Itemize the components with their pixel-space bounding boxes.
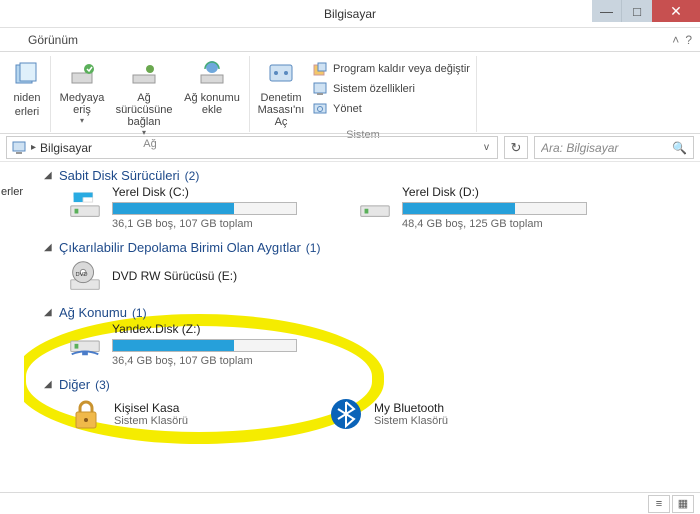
content-area: erler ◢ Sabit Disk Sürücüleri (2) Yerel …	[0, 162, 700, 492]
address-bar: ▸ Bilgisayar v ↻ 🔍	[0, 134, 700, 162]
drive-dvd[interactable]: DVD DVD RW Sürücüsü (E:)	[66, 257, 356, 295]
storage-bar	[402, 202, 587, 215]
category-network: ◢ Ağ Konumu (1) Yandex.Disk (Z:) 36,4 GB…	[44, 305, 692, 373]
status-bar: ≡ ▦	[0, 492, 700, 514]
ribbon-sys-props[interactable]: Sistem özellikleri	[312, 80, 470, 98]
help-icon[interactable]: ?	[685, 33, 692, 47]
ribbon-control-panel[interactable]: Denetim Masası'nı Aç	[256, 58, 306, 128]
computer-icon	[11, 140, 27, 156]
navigation-pane[interactable]: erler	[0, 162, 24, 492]
hdd-icon	[66, 185, 104, 223]
folder-bluetooth[interactable]: My Bluetooth Sistem Klasörü	[326, 394, 586, 434]
sys-props-icon	[312, 81, 328, 97]
drive-c[interactable]: Yerel Disk (C:) 36,1 GB boş, 107 GB topl…	[66, 185, 356, 230]
ribbon-group-left: niden erleri	[4, 56, 51, 132]
drive-d[interactable]: Yerel Disk (D:) 48,4 GB boş, 125 GB topl…	[356, 185, 646, 230]
network-drive-icon	[128, 58, 160, 90]
dvd-drive-icon: DVD	[66, 257, 104, 295]
manage-icon	[312, 101, 328, 117]
properties-icon	[11, 58, 43, 90]
refresh-button[interactable]: ↻	[504, 136, 528, 159]
main-pane: ◢ Sabit Disk Sürücüleri (2) Yerel Disk (…	[24, 162, 700, 492]
ribbon-network-drives[interactable]: Ağ sürücüsüne bağlan ▾	[113, 58, 175, 137]
ribbon-add-location[interactable]: Ağ konumu ekle	[181, 58, 243, 137]
control-panel-icon	[265, 58, 297, 90]
bluetooth-icon	[326, 394, 366, 434]
ribbon-item-left[interactable]: niden erleri	[10, 58, 44, 118]
minimize-button[interactable]: —	[592, 0, 622, 22]
storage-bar	[112, 202, 297, 215]
collapse-arrow-icon: ◢	[44, 242, 54, 253]
ribbon-tabs: Görünüm ˄ ?	[0, 28, 700, 52]
collapse-arrow-icon: ◢	[44, 170, 54, 181]
category-header-hdd[interactable]: ◢ Sabit Disk Sürücüleri (2)	[44, 168, 692, 183]
category-hdd: ◢ Sabit Disk Sürücüleri (2) Yerel Disk (…	[44, 168, 692, 236]
storage-bar	[112, 339, 297, 352]
view-details-button[interactable]: ≡	[648, 495, 670, 513]
ribbon-uninstall[interactable]: Program kaldır veya değiştir	[312, 60, 470, 78]
breadcrumb-sep-icon: ▸	[31, 142, 36, 153]
uninstall-icon	[312, 61, 328, 77]
view-icons-button[interactable]: ▦	[672, 495, 694, 513]
collapse-arrow-icon: ◢	[44, 379, 54, 390]
breadcrumb-location: Bilgisayar	[40, 141, 92, 155]
category-header-removable[interactable]: ◢ Çıkarılabilir Depolama Birimi Olan Ayg…	[44, 240, 692, 255]
ribbon-group-system: Denetim Masası'nı Aç Program kaldır veya…	[250, 56, 477, 132]
category-removable: ◢ Çıkarılabilir Depolama Birimi Olan Ayg…	[44, 240, 692, 301]
category-header-other[interactable]: ◢ Diğer (3)	[44, 377, 692, 392]
network-drive-icon	[66, 322, 104, 360]
ribbon-group-network: Medyaya eriş ▾ Ağ sürücüsüne bağlan ▾ Ağ…	[51, 56, 250, 132]
ribbon: niden erleri Medyaya eriş ▾ Ağ sürücüsün…	[0, 52, 700, 134]
window-controls: — □ ✕	[592, 0, 700, 22]
tab-view[interactable]: Görünüm	[18, 30, 88, 50]
category-other: ◢ Diğer (3) Kişisel Kasa Sistem Klasörü	[44, 377, 692, 434]
add-location-icon	[196, 58, 228, 90]
ribbon-system-list: Program kaldır veya değiştir Sistem özel…	[312, 58, 470, 128]
breadcrumb[interactable]: ▸ Bilgisayar v	[6, 136, 498, 159]
search-icon: 🔍	[672, 141, 687, 155]
category-header-network[interactable]: ◢ Ağ Konumu (1)	[44, 305, 692, 320]
lock-icon	[66, 394, 106, 434]
ribbon-left-label2: erleri	[15, 106, 39, 118]
ribbon-manage[interactable]: Yönet	[312, 100, 470, 118]
media-icon	[66, 58, 98, 90]
folder-vault[interactable]: Kişisel Kasa Sistem Klasörü	[66, 394, 326, 434]
ribbon-media-access[interactable]: Medyaya eriş ▾	[57, 58, 107, 137]
ribbon-collapse: ˄ ?	[672, 33, 692, 47]
maximize-button[interactable]: □	[622, 0, 652, 22]
breadcrumb-dropdown-icon[interactable]: v	[480, 142, 493, 153]
drive-z[interactable]: Yandex.Disk (Z:) 36,4 GB boş, 107 GB top…	[66, 322, 356, 367]
hdd-icon	[356, 185, 394, 223]
search-input[interactable]	[541, 141, 687, 155]
window-title: Bilgisayar	[324, 7, 376, 21]
search-box[interactable]: 🔍	[534, 136, 694, 159]
titlebar: Bilgisayar — □ ✕	[0, 0, 700, 28]
svg-text:DVD: DVD	[76, 272, 88, 278]
ribbon-left-label1: niden	[14, 92, 41, 104]
collapse-arrow-icon: ◢	[44, 307, 54, 318]
chevron-up-icon[interactable]: ˄	[672, 33, 679, 47]
close-button[interactable]: ✕	[652, 0, 700, 22]
